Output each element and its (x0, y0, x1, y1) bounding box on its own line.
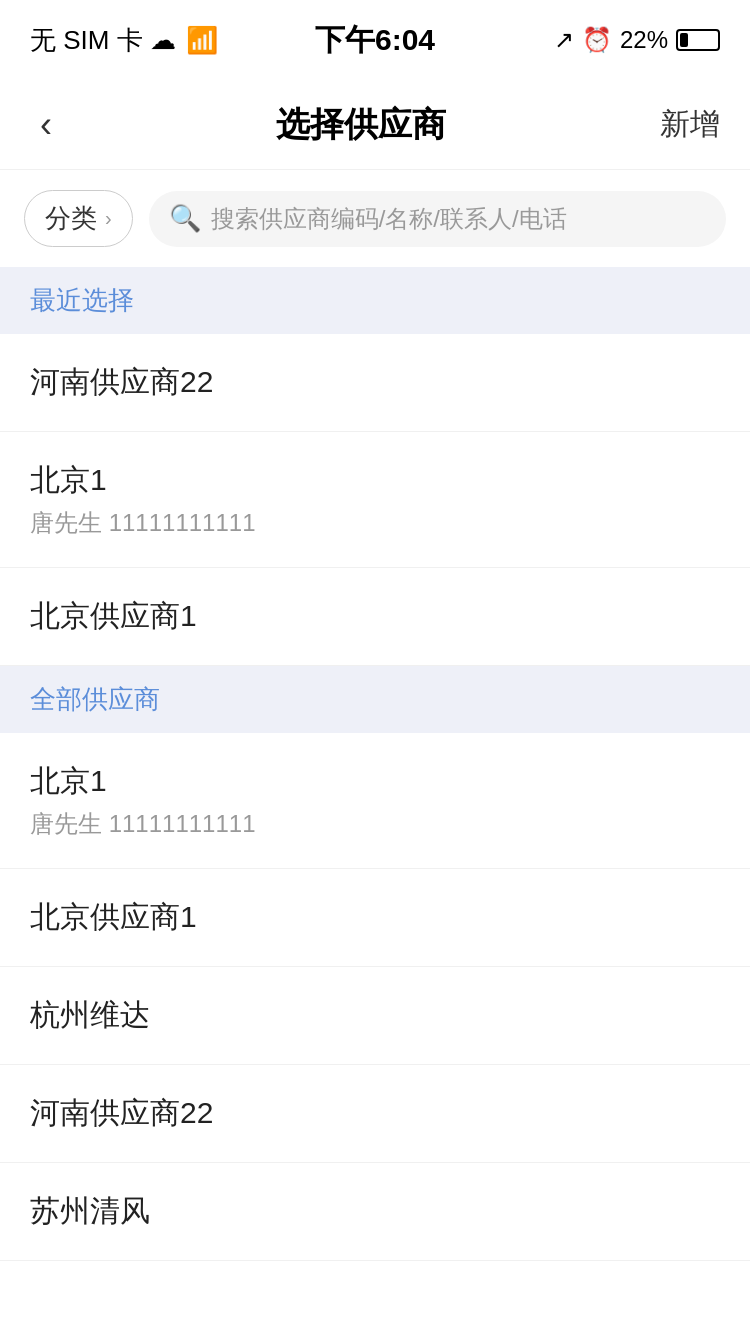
all-items-list: 北京1 唐先生 11111111111 北京供应商1 杭州维达河南供应商22 苏州清风 (0, 733, 750, 1261)
search-icon: 🔍 (169, 203, 201, 234)
all-section-label: 全部供应商 (30, 684, 160, 714)
item-name: 北京1 (30, 460, 720, 501)
item-name: 苏州清风 (30, 1191, 720, 1232)
all-list-item[interactable]: 北京1 唐先生 11111111111 (0, 733, 750, 869)
category-label: 分类 (45, 201, 97, 236)
all-section-header: 全部供应商 (0, 666, 750, 733)
item-name: 北京供应商1 (30, 596, 720, 637)
status-bar: 无 SIM 卡 ☁ 📶 下午6:04 ↗ ⏰ 22% (0, 0, 750, 80)
all-list-item[interactable]: 河南供应商22 (0, 1065, 750, 1163)
item-name: 河南供应商22 (30, 362, 720, 403)
battery-percent: 22% (620, 26, 668, 54)
search-box[interactable]: 🔍 搜索供应商编码/名称/联系人/电话 (149, 191, 726, 247)
alarm-icon: ⏰ (582, 26, 612, 54)
status-time: 下午6:04 (315, 20, 435, 61)
item-name: 杭州维达 (30, 995, 720, 1036)
recent-items-list: 河南供应商22 北京1 唐先生 11111111111 北京供应商1 (0, 334, 750, 666)
all-list-item[interactable]: 杭州维达 (0, 967, 750, 1065)
add-button[interactable]: 新增 (660, 104, 720, 145)
all-list-item[interactable]: 苏州清风 (0, 1163, 750, 1261)
status-right: ↗ ⏰ 22% (554, 26, 720, 54)
category-button[interactable]: 分类 › (24, 190, 133, 247)
back-button[interactable]: ‹ (30, 94, 62, 156)
page-title: 选择供应商 (276, 102, 446, 148)
item-name: 北京1 (30, 761, 720, 802)
recent-list-item[interactable]: 河南供应商22 (0, 334, 750, 432)
item-name: 北京供应商1 (30, 897, 720, 938)
location-icon: ↗ (554, 26, 574, 54)
status-left: 无 SIM 卡 ☁ 📶 (30, 23, 218, 58)
recent-list-item[interactable]: 北京1 唐先生 11111111111 (0, 432, 750, 568)
recent-list-item[interactable]: 北京供应商1 (0, 568, 750, 666)
nav-bar: ‹ 选择供应商 新增 (0, 80, 750, 170)
item-name: 河南供应商22 (30, 1093, 720, 1134)
item-sub: 唐先生 11111111111 (30, 507, 720, 539)
recent-section-label: 最近选择 (30, 285, 134, 315)
wifi-icon: 📶 (186, 25, 218, 56)
chevron-right-icon: › (105, 207, 112, 230)
all-list-item[interactable]: 北京供应商1 (0, 869, 750, 967)
recent-section-header: 最近选择 (0, 267, 750, 334)
no-sim-text: 无 SIM 卡 ☁ (30, 23, 176, 58)
search-placeholder: 搜索供应商编码/名称/联系人/电话 (211, 203, 567, 235)
filter-bar: 分类 › 🔍 搜索供应商编码/名称/联系人/电话 (0, 170, 750, 267)
item-sub: 唐先生 11111111111 (30, 808, 720, 840)
battery-icon (676, 29, 720, 51)
